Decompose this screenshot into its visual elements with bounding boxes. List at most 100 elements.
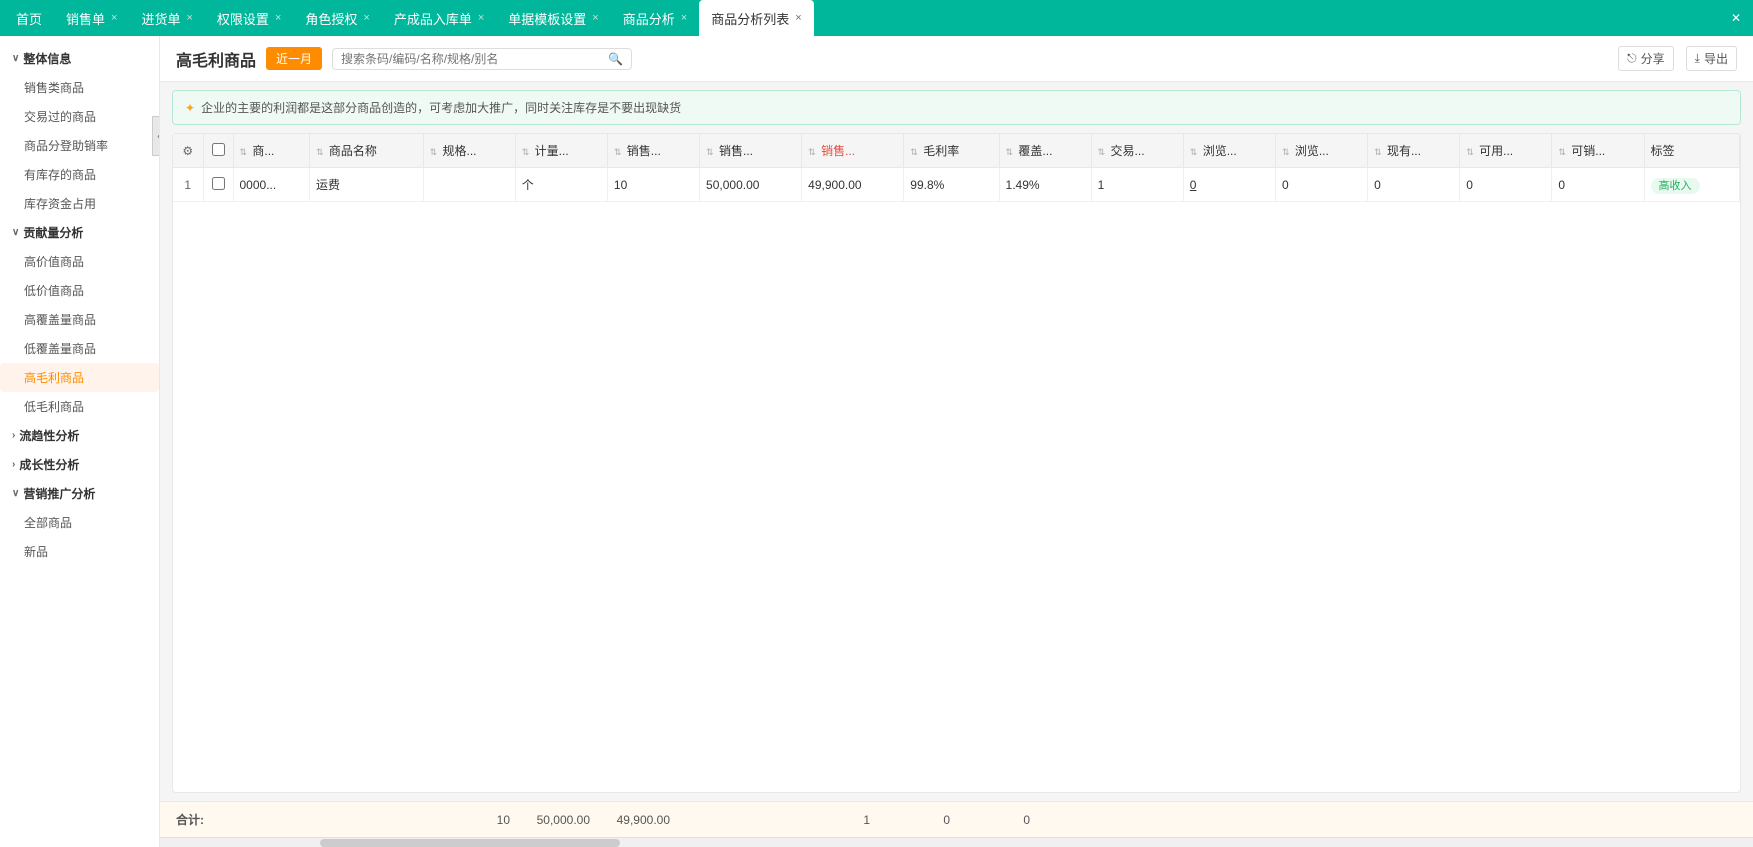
sidebar-item-sales-products[interactable]: 销售类商品 <box>0 73 159 102</box>
nav-product-analysis-list[interactable]: 商品分析列表 × <box>699 0 813 36</box>
top-nav: 首页 销售单 × 进货单 × 权限设置 × 角色授权 × 产成品入库单 × 单据… <box>0 0 1753 36</box>
row-available: 0 <box>1460 168 1552 202</box>
share-button[interactable]: ⎋ 分享 <box>1618 46 1674 71</box>
close-permission-settings[interactable]: × <box>275 12 281 24</box>
close-role-auth[interactable]: × <box>363 12 369 24</box>
table-header-row: ⚙ ⇅ 商... ⇅ 商品名称 <box>173 134 1740 168</box>
sidebar-item-high-margin[interactable]: 高毛利商品 <box>0 363 159 392</box>
col-current: ⇅ 现有... <box>1368 134 1460 168</box>
sidebar-group-marketing[interactable]: ∨ 营销推广分析 <box>0 479 159 508</box>
sort-icon-code[interactable]: ⇅ <box>240 147 248 157</box>
col-available: ⇅ 可用... <box>1460 134 1552 168</box>
sort-icon-browse2[interactable]: ⇅ <box>1282 147 1290 157</box>
row-trade: 1 <box>1091 168 1183 202</box>
nav-permission-settings[interactable]: 权限设置 × <box>205 0 293 36</box>
col-browse1: ⇅ 浏览... <box>1183 134 1275 168</box>
nav-template-settings[interactable]: 单据模板设置 × <box>496 0 610 36</box>
row-name: 运费 <box>309 168 423 202</box>
arrow-icon-overall: ∨ <box>12 53 19 64</box>
settings-icon[interactable]: ⚙ <box>182 144 193 158</box>
sort-icon-current[interactable]: ⇅ <box>1374 147 1382 157</box>
row-current: 0 <box>1368 168 1460 202</box>
sort-icon-sellable[interactable]: ⇅ <box>1558 147 1566 157</box>
sidebar-item-new-products[interactable]: 新品 <box>0 537 159 566</box>
sort-icon-name[interactable]: ⇅ <box>316 147 324 157</box>
footer-current: 0 <box>956 813 1036 827</box>
nav-home[interactable]: 首页 <box>4 0 54 36</box>
sort-icon-gross-rate[interactable]: ⇅ <box>910 147 918 157</box>
sidebar-item-sales-assist-rate[interactable]: 商品分登助销率 <box>0 131 159 160</box>
arrow-icon-contribution: ∨ <box>12 227 19 238</box>
nav-role-auth[interactable]: 角色授权 × <box>293 0 381 36</box>
export-button[interactable]: ⤓ 导出 <box>1686 46 1737 71</box>
sidebar-item-high-coverage[interactable]: 高覆盖量商品 <box>0 305 159 334</box>
sidebar-item-stock-capital[interactable]: 库存资金占用 <box>0 189 159 218</box>
row-checkbox[interactable] <box>212 177 225 190</box>
col-tag: 标签 <box>1644 134 1740 168</box>
sidebar-item-low-coverage[interactable]: 低覆盖量商品 <box>0 334 159 363</box>
col-code: ⇅ 商... <box>233 134 309 168</box>
sort-icon-trade[interactable]: ⇅ <box>1098 147 1106 157</box>
search-box: 🔍 <box>332 48 632 70</box>
export-icon: ⤓ <box>1695 51 1700 66</box>
content-header: 高毛利商品 近一月 🔍 ⎋ 分享 ⤓ 导出 <box>160 36 1753 82</box>
close-sales-order[interactable]: × <box>111 12 117 24</box>
col-gross-rate: ⇅ 毛利率 <box>904 134 999 168</box>
content-area: 高毛利商品 近一月 🔍 ⎋ 分享 ⤓ 导出 ✦ 企业的主要的利润都是这部分商品创… <box>160 36 1753 847</box>
arrow-icon-flow: › <box>12 430 15 441</box>
close-product-analysis-list[interactable]: × <box>795 12 801 24</box>
sort-icon-spec[interactable]: ⇅ <box>430 147 438 157</box>
sidebar-group-growth[interactable]: › 成长性分析 <box>0 450 159 479</box>
data-table: ⚙ ⇅ 商... ⇅ 商品名称 <box>173 134 1740 202</box>
nav-product-analysis[interactable]: 商品分析 × <box>611 0 699 36</box>
arrow-icon-growth: › <box>12 459 15 470</box>
arrow-icon-marketing: ∨ <box>12 488 19 499</box>
sort-icon-available[interactable]: ⇅ <box>1466 147 1474 157</box>
sidebar-item-low-value[interactable]: 低价值商品 <box>0 276 159 305</box>
sidebar-item-high-value[interactable]: 高价值商品 <box>0 247 159 276</box>
sidebar-item-low-margin[interactable]: 低毛利商品 <box>0 392 159 421</box>
sidebar-group-contribution[interactable]: ∨ 贡献量分析 <box>0 218 159 247</box>
info-banner: ✦ 企业的主要的利润都是这部分商品创造的，可考虑加大推广，同时关注库存是不要出现… <box>172 90 1741 125</box>
row-sales1: 10 <box>607 168 699 202</box>
horizontal-scrollbar[interactable] <box>160 837 1753 847</box>
sort-icon-coverage[interactable]: ⇅ <box>1006 147 1014 157</box>
sidebar-group-flow[interactable]: › 流趋性分析 <box>0 421 159 450</box>
footer-totals: 合计: 10 50,000.00 49,900.00 1 0 0 <box>160 801 1753 837</box>
row-sales2: 50,000.00 <box>700 168 802 202</box>
close-product-analysis[interactable]: × <box>681 12 687 24</box>
footer-sales3: 49,900.00 <box>596 813 676 827</box>
close-product-inbound[interactable]: × <box>478 12 484 24</box>
sidebar-item-traded-products[interactable]: 交易过的商品 <box>0 102 159 131</box>
nav-sales-order[interactable]: 销售单 × <box>54 0 129 36</box>
filter-recent-month-button[interactable]: 近一月 <box>266 47 322 70</box>
sort-icon-sales3[interactable]: ⇅ <box>808 147 816 157</box>
row-browse1: 0 <box>1183 168 1275 202</box>
close-template-settings[interactable]: × <box>592 12 598 24</box>
row-browse2: 0 <box>1275 168 1367 202</box>
sort-icon-sales2[interactable]: ⇅ <box>706 147 714 157</box>
sort-icon-sales1[interactable]: ⇅ <box>614 147 622 157</box>
sidebar-item-all-products[interactable]: 全部商品 <box>0 508 159 537</box>
scrollbar-thumb[interactable] <box>320 839 620 847</box>
sort-icon-browse1[interactable]: ⇅ <box>1190 147 1198 157</box>
search-input[interactable] <box>341 52 608 66</box>
search-icon[interactable]: 🔍 <box>608 52 623 66</box>
col-browse2: ⇅ 浏览... <box>1275 134 1367 168</box>
nav-purchase-order[interactable]: 进货单 × <box>129 0 204 36</box>
nav-window-close[interactable]: ✕ <box>1723 11 1749 25</box>
select-all-checkbox[interactable] <box>212 143 225 156</box>
page-title: 高毛利商品 <box>176 47 256 71</box>
nav-product-inbound[interactable]: 产成品入库单 × <box>382 0 496 36</box>
sidebar-group-overall[interactable]: ∨ 整体信息 <box>0 44 159 73</box>
sidebar-item-in-stock[interactable]: 有库存的商品 <box>0 160 159 189</box>
row-spec <box>423 168 515 202</box>
sidebar-collapse-btn[interactable]: « <box>152 116 160 156</box>
row-sellable: 0 <box>1552 168 1644 202</box>
data-table-wrapper: ⚙ ⇅ 商... ⇅ 商品名称 <box>172 133 1741 793</box>
info-icon: ✦ <box>185 101 195 115</box>
row-checkbox-cell <box>203 168 233 202</box>
close-purchase-order[interactable]: × <box>186 12 192 24</box>
header-actions: ⎋ 分享 ⤓ 导出 <box>1618 46 1737 71</box>
sort-icon-unit[interactable]: ⇅ <box>522 147 530 157</box>
